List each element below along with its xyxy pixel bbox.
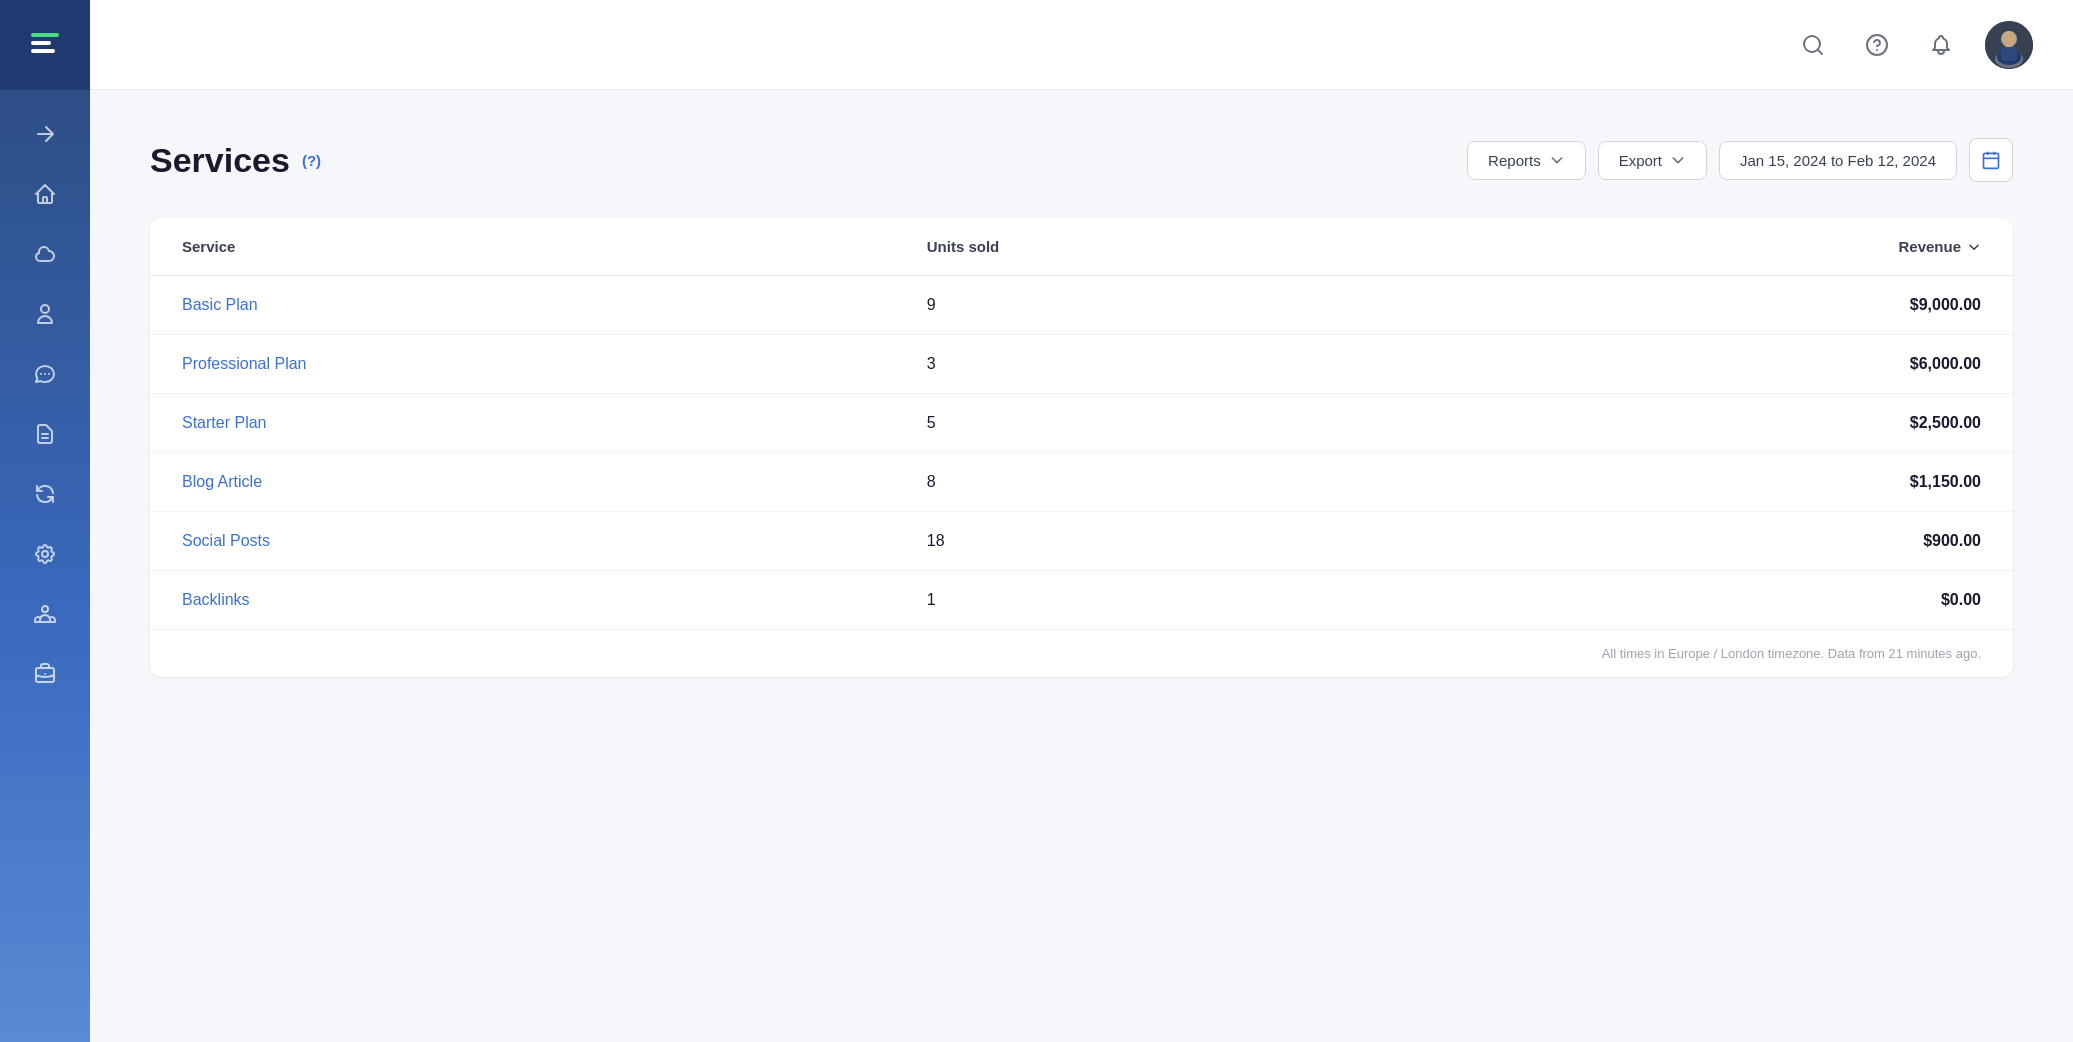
sidebar-item-handshake[interactable]	[17, 586, 73, 642]
service-cell: Professional Plan	[150, 335, 895, 394]
revenue-cell: $0.00	[1434, 571, 2013, 630]
service-link[interactable]: Backlinks	[182, 591, 250, 608]
table-row: Social Posts 18$900.00	[150, 512, 2013, 571]
service-link[interactable]: Starter Plan	[182, 414, 266, 431]
sidebar-item-chat[interactable]	[17, 346, 73, 402]
sidebar-item-home[interactable]	[17, 166, 73, 222]
sidebar-item-document[interactable]	[17, 406, 73, 462]
calendar-button[interactable]	[1969, 138, 2013, 182]
table-row: Professional Plan 3$6,000.00	[150, 335, 2013, 394]
table-footer: All times in Europe / London timezone. D…	[150, 629, 2013, 677]
service-link[interactable]: Professional Plan	[182, 355, 307, 372]
revenue-cell: $2,500.00	[1434, 394, 2013, 453]
table-row: Basic Plan 9$9,000.00	[150, 276, 2013, 335]
date-range-button[interactable]: Jan 15, 2024 to Feb 12, 2024	[1719, 141, 1957, 180]
sidebar-item-cloud[interactable]	[17, 226, 73, 282]
svg-rect-2	[31, 41, 51, 45]
page-content: Services (?) Reports Export Jan 15, 2024…	[90, 90, 2073, 1042]
revenue-sort-control[interactable]: Revenue	[1466, 238, 1981, 255]
revenue-cell: $900.00	[1434, 512, 2013, 571]
reports-label: Reports	[1488, 152, 1541, 169]
top-header	[90, 0, 2073, 90]
revenue-cell: $6,000.00	[1434, 335, 2013, 394]
units-sold-cell: 3	[895, 335, 1434, 394]
sidebar-item-refresh[interactable]	[17, 466, 73, 522]
table-body: Basic Plan 9$9,000.00 Professional Plan 3$6…	[150, 276, 2013, 630]
units-sold-column-header: Units sold	[895, 218, 1434, 276]
service-cell: Basic Plan	[150, 276, 895, 335]
units-sold-cell: 8	[895, 453, 1434, 512]
svg-rect-12	[2001, 47, 2017, 61]
sidebar-item-forward[interactable]	[17, 106, 73, 162]
search-icon[interactable]	[1793, 25, 1833, 65]
sort-icon	[1967, 240, 1981, 254]
svg-point-9	[2002, 31, 2016, 45]
chevron-down-icon-export	[1670, 152, 1686, 168]
revenue-cell: $9,000.00	[1434, 276, 2013, 335]
units-sold-cell: 18	[895, 512, 1434, 571]
sidebar-logo[interactable]	[0, 0, 90, 90]
svg-rect-13	[1984, 153, 1999, 168]
sidebar-navigation	[0, 90, 90, 702]
date-range-text: Jan 15, 2024 to Feb 12, 2024	[1740, 152, 1936, 169]
svg-rect-10	[2005, 43, 2013, 47]
avatar[interactable]	[1985, 21, 2033, 69]
units-sold-cell: 5	[895, 394, 1434, 453]
sidebar-item-settings[interactable]	[17, 526, 73, 582]
table-header: Service Units sold Revenue	[150, 218, 2013, 276]
units-sold-cell: 9	[895, 276, 1434, 335]
export-button[interactable]: Export	[1598, 141, 1707, 180]
services-table-container: Service Units sold Revenue Basic Plan9$9…	[150, 218, 2013, 677]
svg-rect-1	[31, 33, 59, 37]
main-area: Services (?) Reports Export Jan 15, 2024…	[90, 0, 2073, 1042]
export-label: Export	[1619, 152, 1662, 169]
service-link[interactable]: Social Posts	[182, 532, 270, 549]
help-icon[interactable]	[1857, 25, 1897, 65]
service-column-header: Service	[150, 218, 895, 276]
table-row: Backlinks 1$0.00	[150, 571, 2013, 630]
sidebar-item-user[interactable]	[17, 286, 73, 342]
service-cell: Backlinks	[150, 571, 895, 630]
page-controls: Reports Export Jan 15, 2024 to Feb 12, 2…	[1467, 138, 2013, 182]
table-row: Starter Plan 5$2,500.00	[150, 394, 2013, 453]
table-row: Blog Article 8$1,150.00	[150, 453, 2013, 512]
notifications-icon[interactable]	[1921, 25, 1961, 65]
help-badge[interactable]: (?)	[302, 152, 321, 169]
chevron-down-icon	[1549, 152, 1565, 168]
service-cell: Blog Article	[150, 453, 895, 512]
page-title-area: Services (?)	[150, 141, 321, 180]
page-title: Services	[150, 141, 290, 180]
sidebar	[0, 0, 90, 1042]
service-cell: Starter Plan	[150, 394, 895, 453]
page-header: Services (?) Reports Export Jan 15, 2024…	[150, 138, 2013, 182]
revenue-cell: $1,150.00	[1434, 453, 2013, 512]
service-cell: Social Posts	[150, 512, 895, 571]
services-table: Service Units sold Revenue Basic Plan9$9…	[150, 218, 2013, 629]
calendar-icon	[1981, 150, 2001, 170]
svg-rect-3	[31, 49, 55, 53]
reports-button[interactable]: Reports	[1467, 141, 1586, 180]
sidebar-item-briefcase[interactable]	[17, 646, 73, 702]
service-link[interactable]: Blog Article	[182, 473, 262, 490]
units-sold-cell: 1	[895, 571, 1434, 630]
revenue-column-header: Revenue	[1434, 218, 2013, 276]
service-link[interactable]: Basic Plan	[182, 296, 258, 313]
